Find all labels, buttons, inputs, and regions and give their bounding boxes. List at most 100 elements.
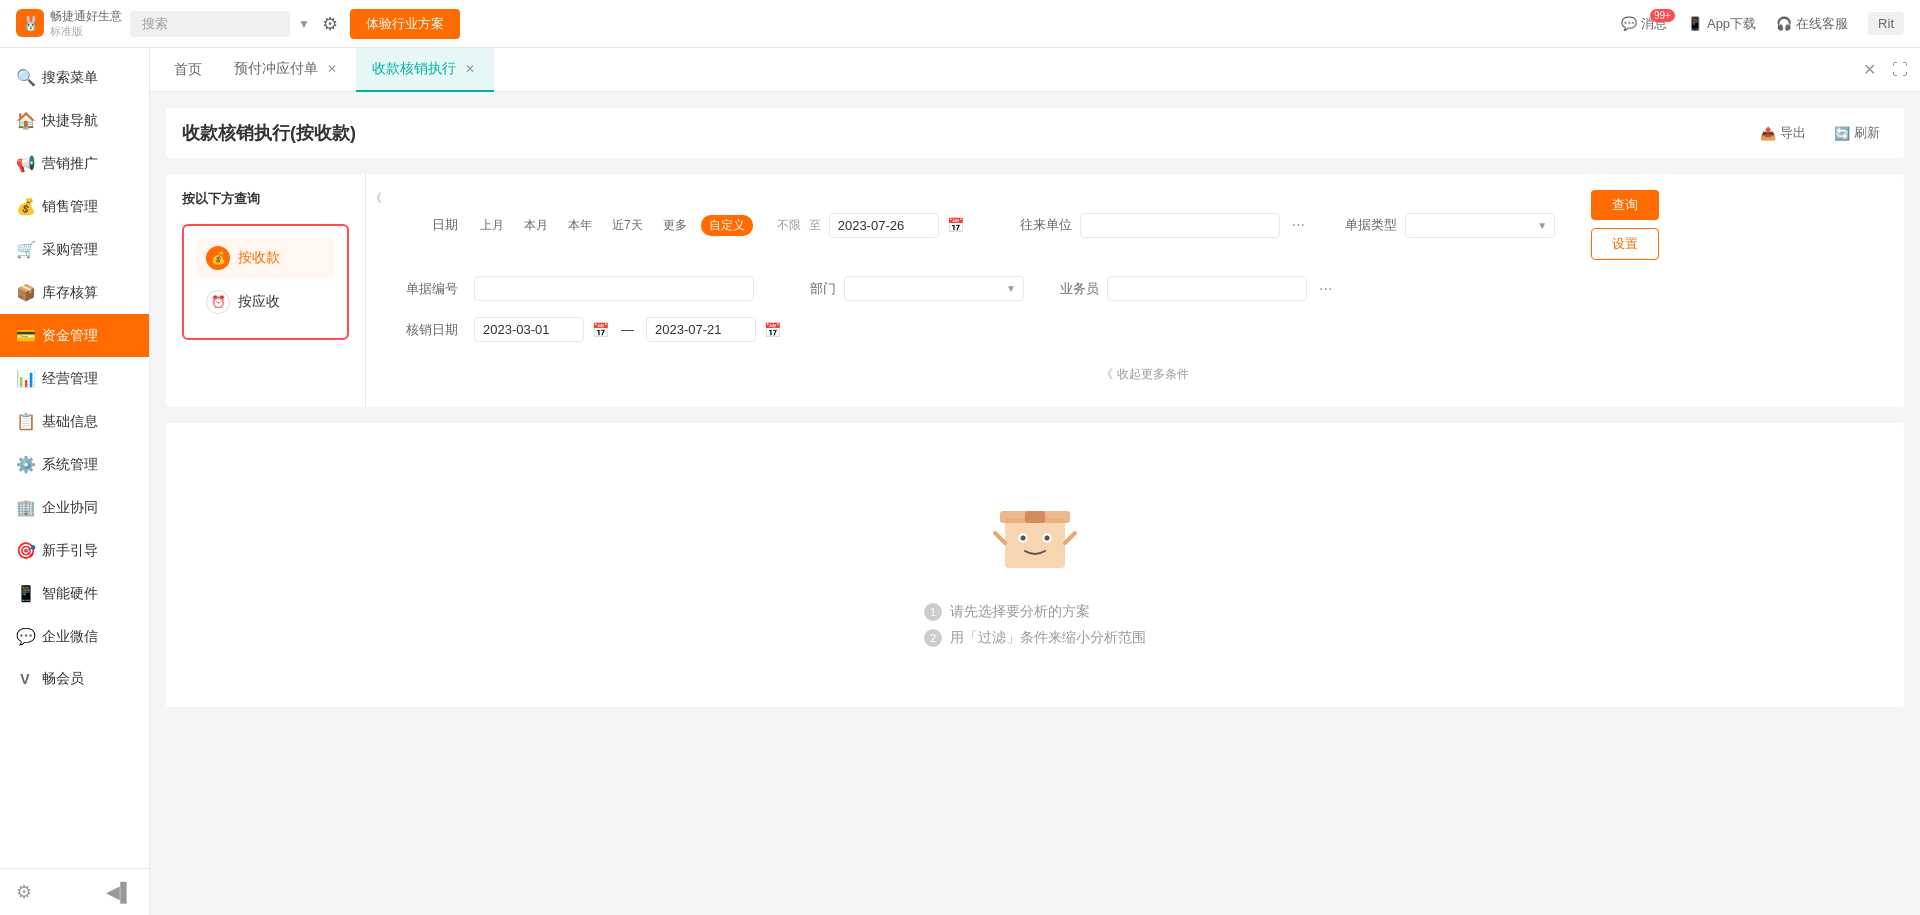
industry-btn[interactable]: 体验行业方案	[350, 9, 460, 39]
sidebar-item-marketing[interactable]: 📢 营销推广	[0, 142, 149, 185]
purchase-icon: 🛒	[16, 240, 34, 259]
sidebar-item-inventory[interactable]: 📦 库存核算	[0, 271, 149, 314]
app-icon: 📱	[1687, 16, 1703, 31]
counterparty-label: 往来单位	[1020, 216, 1072, 234]
date-quick-group: 上月 本月 本年 近7天 更多 自定义	[474, 215, 753, 236]
sidebar-item-sales[interactable]: 💰 销售管理	[0, 185, 149, 228]
top-bar-left: 🐰 畅捷通好生意 标准版 搜索 ▼ ⚙ 体验行业方案	[16, 9, 1609, 39]
brand-logo: 🐰	[16, 9, 44, 37]
verify-date-start-calendar-icon[interactable]: 📅	[592, 322, 609, 338]
sidebar-item-operations[interactable]: 📊 经营管理	[0, 357, 149, 400]
tip-text-1: 请先选择要分析的方案	[950, 603, 1090, 621]
filter-collapse-sidebar-btn[interactable]: 《	[366, 174, 386, 407]
sidebar-label-search-menu: 搜索菜单	[42, 69, 98, 87]
svg-line-7	[995, 533, 1005, 543]
top-bar: 🐰 畅捷通好生意 标准版 搜索 ▼ ⚙ 体验行业方案 💬 消息 99+ 📱 Ap…	[0, 0, 1920, 48]
message-btn[interactable]: 💬 消息 99+	[1621, 15, 1667, 33]
inventory-icon: 📦	[16, 283, 34, 302]
content-area: 首页 预付冲应付单 ✕ 收款核销执行 ✕ ✕ ⛶ 收款核销执行(按收款) 📤	[150, 48, 1920, 915]
verify-date-end-input[interactable]	[646, 317, 756, 342]
tab-close-collection[interactable]: ✕	[462, 61, 478, 77]
sidebar-label-system: 系统管理	[42, 456, 98, 474]
date-btn-last-month[interactable]: 上月	[474, 215, 510, 236]
svg-point-5	[1021, 536, 1026, 541]
tab-close-window-btn[interactable]: ✕	[1859, 56, 1880, 83]
app-download-btn[interactable]: 📱 App下载	[1687, 15, 1756, 33]
verify-date-label: 核销日期	[402, 321, 458, 339]
tab-prepay[interactable]: 预付冲应付单 ✕	[218, 48, 356, 92]
filter-option-by-receipt[interactable]: 💰 按收款	[196, 238, 335, 278]
page-header-actions: 📤 导出 🔄 刷新	[1752, 120, 1888, 146]
sidebar-item-finance[interactable]: 💳 资金管理	[0, 314, 149, 357]
date-btn-this-year[interactable]: 本年	[562, 215, 598, 236]
query-btn[interactable]: 查询	[1591, 190, 1659, 220]
search-icon: 🔍	[16, 68, 34, 87]
verify-date-start-input[interactable]	[474, 317, 584, 342]
online-service-btn[interactable]: 🎧 在线客服	[1776, 15, 1848, 33]
filter-row-verify-date: 核销日期 📅 — 📅	[402, 317, 1888, 342]
operations-icon: 📊	[16, 369, 34, 388]
sidebar-settings-btn[interactable]: ⚙	[16, 881, 32, 903]
filter-form: 日期 上月 本月 本年 近7天 更多 自定义 不限 至	[386, 174, 1904, 407]
date-end-input[interactable]	[829, 213, 939, 238]
page-content: 收款核销执行(按收款) 📤 导出 🔄 刷新 按以下方查询	[150, 92, 1920, 915]
filter-panel: 按以下方查询 💰 按收款 ⏰ 按应收 《	[166, 174, 1904, 407]
tab-collection[interactable]: 收款核销执行 ✕	[356, 48, 494, 92]
refresh-btn[interactable]: 🔄 刷新	[1826, 120, 1888, 146]
date-btn-7days[interactable]: 近7天	[606, 215, 649, 236]
date-btn-this-month[interactable]: 本月	[518, 215, 554, 236]
date-btn-custom[interactable]: 自定义	[701, 215, 753, 236]
dropdown-icon[interactable]: ▼	[298, 17, 310, 31]
sidebar-item-system[interactable]: ⚙️ 系统管理	[0, 443, 149, 486]
sidebar-item-search-menu[interactable]: 🔍 搜索菜单	[0, 56, 149, 99]
filter-row-voucher: 单据编号 部门 ▼ 业务员	[402, 276, 1888, 301]
date-btn-more[interactable]: 更多	[657, 215, 693, 236]
sidebar-item-wechat[interactable]: 💬 企业微信	[0, 615, 149, 658]
tab-home[interactable]: 首页	[158, 61, 218, 79]
counterparty-input[interactable]	[1080, 213, 1280, 238]
date-label: 日期	[402, 216, 458, 234]
sidebar-label-operations: 经营管理	[42, 370, 98, 388]
tab-expand-btn[interactable]: ⛶	[1888, 57, 1912, 83]
sidebar-item-quick-nav[interactable]: 🏠 快捷导航	[0, 99, 149, 142]
sidebar-label-basic-info: 基础信息	[42, 413, 98, 431]
sidebar-item-guide[interactable]: 🎯 新手引导	[0, 529, 149, 572]
settings-btn[interactable]: 设置	[1591, 228, 1659, 260]
salesperson-input[interactable]	[1107, 276, 1307, 301]
sidebar-item-basic-info[interactable]: 📋 基础信息	[0, 400, 149, 443]
svg-point-6	[1045, 536, 1050, 541]
sidebar-label-inventory: 库存核算	[42, 284, 98, 302]
voucher-type-select-wrapper: ▼	[1405, 213, 1555, 238]
department-select[interactable]	[844, 276, 1024, 301]
brand-text: 畅捷通好生意 标准版	[50, 9, 122, 39]
sidebar-item-vip[interactable]: V 畅会员	[0, 658, 149, 700]
date-range-group: 不限 至 📅	[777, 213, 964, 238]
export-btn[interactable]: 📤 导出	[1752, 120, 1814, 146]
salesperson-more-icon[interactable]: ···	[1315, 280, 1336, 298]
sidebar-item-enterprise[interactable]: 🏢 企业协同	[0, 486, 149, 529]
filter-option-by-receivable[interactable]: ⏰ 按应收	[196, 282, 335, 322]
sidebar-label-vip: 畅会员	[42, 670, 84, 688]
voucher-no-input[interactable]	[474, 276, 754, 301]
counterparty-more-icon[interactable]: ···	[1288, 216, 1309, 234]
sidebar: 🔍 搜索菜单 🏠 快捷导航 📢 营销推广 💰 销售管理 🛒 采购管理 📦	[0, 48, 150, 915]
sidebar-collapse-btn[interactable]: ◀▌	[106, 881, 133, 903]
sidebar-label-guide: 新手引导	[42, 542, 98, 560]
collapse-more-btn[interactable]: 《 收起更多条件	[402, 358, 1888, 391]
department-select-wrapper: ▼	[844, 276, 1024, 301]
marketing-icon: 📢	[16, 154, 34, 173]
top-search-input[interactable]: 搜索	[130, 11, 290, 37]
settings-icon[interactable]: ⚙	[318, 9, 342, 39]
export-icon: 📤	[1760, 126, 1776, 141]
voucher-type-label: 单据类型	[1345, 216, 1397, 234]
sidebar-item-hardware[interactable]: 📱 智能硬件	[0, 572, 149, 615]
tab-bar: 首页 预付冲应付单 ✕ 收款核销执行 ✕ ✕ ⛶	[150, 48, 1920, 92]
tab-close-prepay[interactable]: ✕	[324, 61, 340, 77]
date-end-calendar-icon[interactable]: 📅	[947, 217, 964, 233]
voucher-type-select[interactable]	[1405, 213, 1555, 238]
user-avatar[interactable]: Rit	[1868, 12, 1904, 35]
sidebar-label-sales: 销售管理	[42, 198, 98, 216]
sidebar-item-purchase[interactable]: 🛒 采购管理	[0, 228, 149, 271]
verify-date-end-calendar-icon[interactable]: 📅	[764, 322, 781, 338]
department-label: 部门	[810, 280, 836, 298]
